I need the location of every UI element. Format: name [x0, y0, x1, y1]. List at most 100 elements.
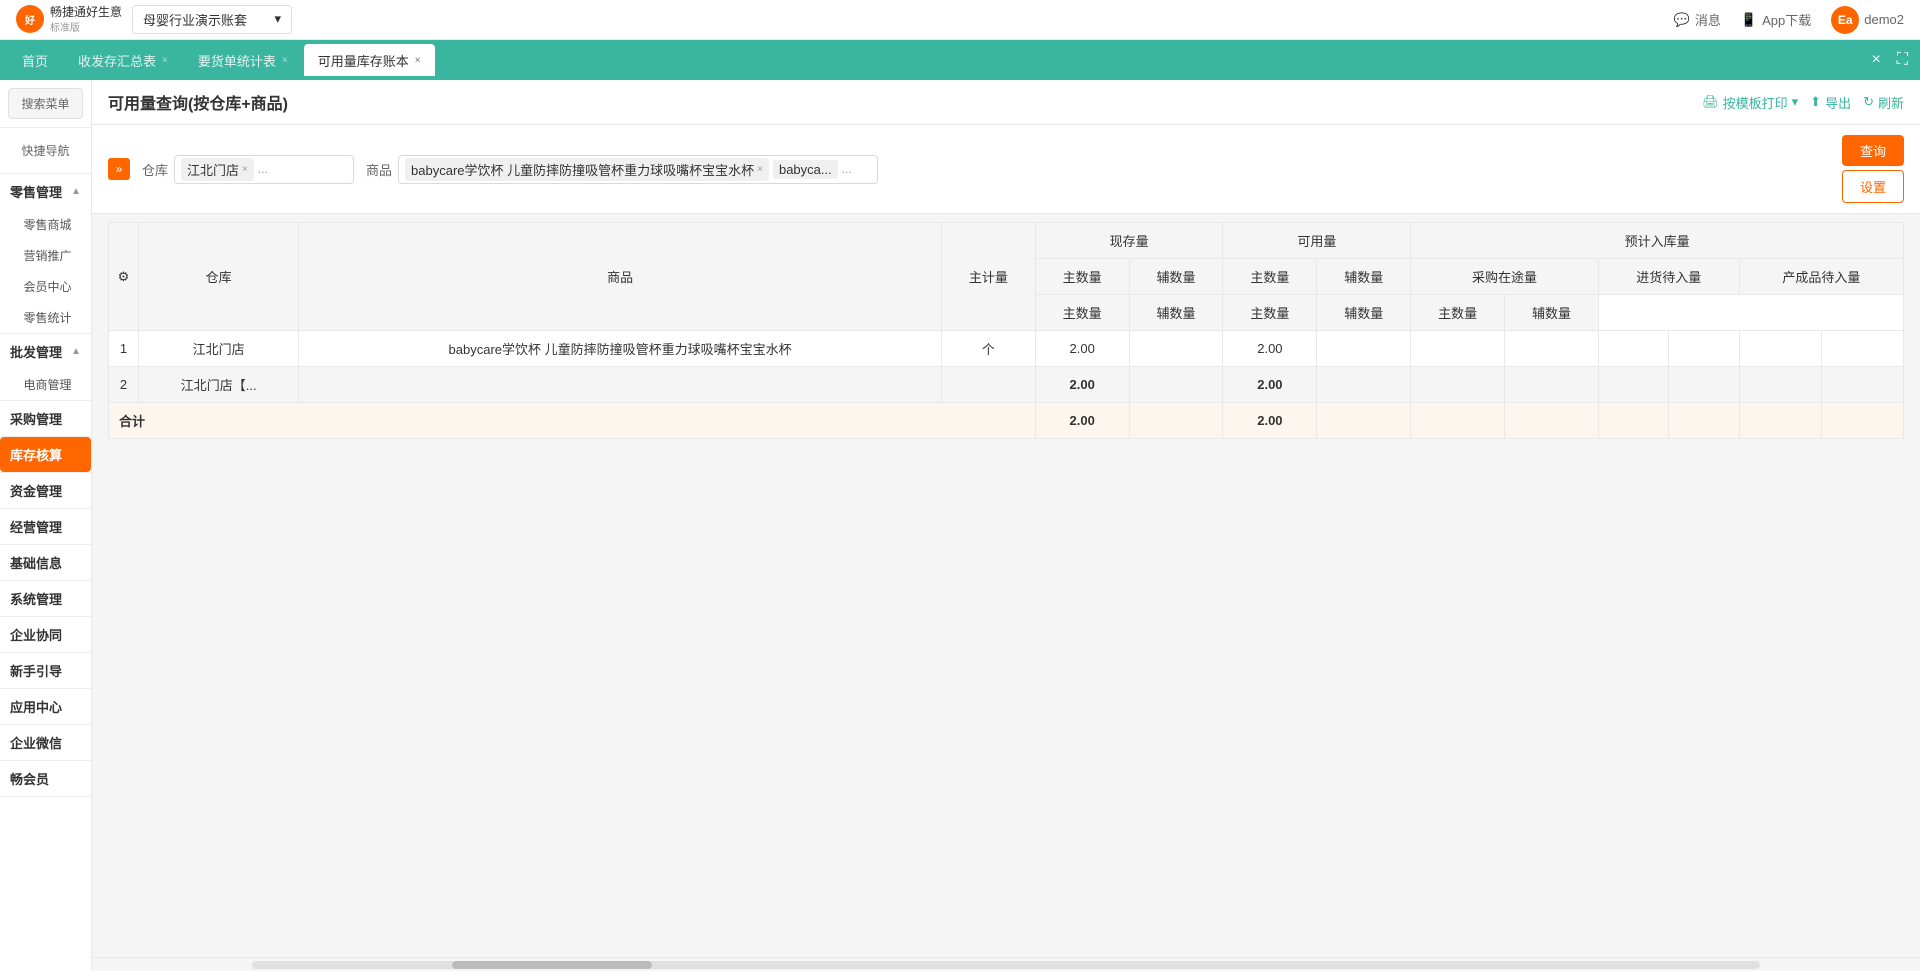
horizontal-scrollbar[interactable]: [252, 961, 1760, 969]
sidebar: 搜索菜单 快捷导航 零售管理 ▲ 零售商城 营销推广 会员中心 零售统计 批发管…: [0, 80, 92, 971]
warehouse-input[interactable]: 江北门店 × ...: [174, 155, 354, 184]
sidebar-item-marketing[interactable]: 营销推广: [0, 240, 91, 271]
tab-order-stats-label: 要货单统计表: [198, 51, 276, 70]
cell-product-1: babycare学饮杯 儿童防摔防撞吸管杯重力球吸嘴杯宝宝水杯: [299, 331, 942, 367]
product-filter-group: 商品 babycare学饮杯 儿童防摔防撞吸管杯重力球吸嘴杯宝宝水杯 × bab…: [366, 155, 878, 184]
sidebar-item-retail-stats[interactable]: 零售统计: [0, 302, 91, 333]
tab-receive-send-label: 收发存汇总表: [78, 51, 156, 70]
tab-order-stats-close[interactable]: ×: [282, 55, 288, 66]
tab-receive-send-close[interactable]: ×: [162, 55, 168, 66]
tab-bar-right: × ⛶: [1867, 47, 1912, 73]
summary-label-cell: 合计: [109, 403, 1036, 439]
warehouse-tag-close[interactable]: ×: [242, 164, 248, 175]
product-tag2: babyca...: [773, 160, 838, 179]
refresh-btn[interactable]: ↻ 刷新: [1863, 93, 1904, 112]
summary-pr-main: [1739, 403, 1821, 439]
th-unit: 主计量: [941, 223, 1035, 331]
sidebar-section-wholesale-header[interactable]: 批发管理 ▲: [0, 334, 91, 369]
warehouse-label: 仓库: [142, 160, 168, 179]
tab-order-stats[interactable]: 要货单统计表 ×: [184, 44, 302, 76]
print-label: 按模板打印: [1723, 93, 1788, 112]
sidebar-section-collab-header[interactable]: 企业协同: [0, 617, 91, 652]
cell-warehouse-2: 江北门店【...: [139, 367, 299, 403]
product-input[interactable]: babycare学饮杯 儿童防摔防撞吸管杯重力球吸嘴杯宝宝水杯 × babyca…: [398, 155, 878, 184]
refresh-label: 刷新: [1878, 93, 1904, 112]
cell-gi-aux-1: [1669, 331, 1739, 367]
industry-selector-label: 母婴行业演示账套: [143, 10, 247, 29]
th-gi-aux: 辅数量: [1317, 295, 1411, 331]
th-cs-main: 主数量: [1035, 259, 1129, 295]
sidebar-item-ecommerce[interactable]: 电商管理: [0, 369, 91, 400]
th-pr-main: 主数量: [1411, 295, 1505, 331]
cell-av-main-2: 2.00: [1223, 367, 1317, 403]
user-area[interactable]: Ea demo2: [1831, 6, 1904, 34]
warehouse-more[interactable]: ...: [258, 162, 268, 176]
app-download-btn[interactable]: 📱 App下载: [1741, 10, 1811, 29]
message-btn[interactable]: 💬 消息: [1674, 10, 1721, 29]
cell-cs-aux-1: [1129, 331, 1223, 367]
summary-row: 合计 2.00 2.00: [109, 403, 1904, 439]
print-btn[interactable]: 🖨 按模板打印 ▾: [1702, 93, 1798, 112]
cell-pi-aux-1: [1505, 331, 1599, 367]
app-download-label: App下载: [1762, 10, 1811, 29]
top-bar-right: 💬 消息 📱 App下载 Ea demo2: [1674, 6, 1904, 34]
print-arrow-icon: ▾: [1792, 94, 1799, 110]
sidebar-section-inventory-header[interactable]: 库存核算: [0, 437, 91, 472]
sidebar-item-quick-nav[interactable]: 快捷导航: [0, 134, 91, 167]
sidebar-section-operations-header[interactable]: 经营管理: [0, 509, 91, 544]
message-label: 消息: [1695, 10, 1721, 29]
tab-available-stock-label: 可用量库存账本: [318, 51, 409, 70]
sidebar-section-enterprise-wechat-header[interactable]: 企业微信: [0, 725, 91, 760]
purchase-label: 采购管理: [10, 409, 62, 428]
th-av-main: 主数量: [1223, 259, 1317, 295]
sidebar-section-app-center-header[interactable]: 应用中心: [0, 689, 91, 724]
sidebar-section-finance-header[interactable]: 资金管理: [0, 473, 91, 508]
sidebar-nav: 快捷导航: [0, 128, 91, 174]
tab-available-stock-close[interactable]: ×: [415, 55, 421, 66]
sidebar-section-guide-header[interactable]: 新手引导: [0, 653, 91, 688]
collab-label: 企业协同: [10, 625, 62, 644]
settings-btn[interactable]: 设置: [1842, 170, 1904, 203]
th-purchase-in: 采购在途量: [1411, 259, 1599, 295]
sidebar-section-retail-header[interactable]: 零售管理 ▲: [0, 174, 91, 209]
system-label: 系统管理: [10, 589, 62, 608]
product-tag1: babycare学饮杯 儿童防摔防撞吸管杯重力球吸嘴杯宝宝水杯 ×: [405, 158, 769, 181]
sidebar-section-app-center: 应用中心: [0, 689, 91, 725]
th-gear[interactable]: ⚙: [109, 223, 139, 331]
sidebar-section-basic-header[interactable]: 基础信息: [0, 545, 91, 580]
product-tag1-close[interactable]: ×: [757, 164, 763, 175]
cell-pr-aux-1: [1821, 331, 1903, 367]
sidebar-section-operations: 经营管理: [0, 509, 91, 545]
th-forecast-in: 预计入库量: [1411, 223, 1904, 259]
app-icon: 📱: [1741, 12, 1757, 28]
sidebar-item-member[interactable]: 会员中心: [0, 271, 91, 302]
summary-av-main: 2.00: [1223, 403, 1317, 439]
filter-actions: 查询 设置: [1842, 135, 1904, 203]
sidebar-section-changyuan-header[interactable]: 畅会员: [0, 761, 91, 796]
sidebar-item-retail-mall[interactable]: 零售商城: [0, 209, 91, 240]
sidebar-section-collab: 企业协同: [0, 617, 91, 653]
expand-filter-btn[interactable]: »: [108, 158, 130, 180]
industry-selector[interactable]: 母婴行业演示账套 ▾: [132, 5, 292, 34]
query-btn[interactable]: 查询: [1842, 135, 1904, 166]
scrollbar-thumb[interactable]: [452, 961, 652, 969]
avatar: Ea: [1831, 6, 1859, 34]
th-gi-main: 主数量: [1223, 295, 1317, 331]
product-more[interactable]: ...: [842, 162, 852, 176]
export-btn[interactable]: ⬆ 导出: [1810, 93, 1851, 112]
product-tag2-text: babyca...: [779, 162, 832, 177]
inventory-label: 库存核算: [10, 445, 62, 464]
tab-available-stock[interactable]: 可用量库存账本 ×: [304, 44, 435, 76]
summary-gi-aux: [1669, 403, 1739, 439]
search-menu-btn[interactable]: 搜索菜单: [8, 88, 83, 119]
th-product: 商品: [299, 223, 942, 331]
tab-home[interactable]: 首页: [8, 44, 62, 76]
sidebar-section-purchase-header[interactable]: 采购管理: [0, 401, 91, 436]
sidebar-section-system-header[interactable]: 系统管理: [0, 581, 91, 616]
page-header: 可用量查询(按仓库+商品) 🖨 按模板打印 ▾ ⬆ 导出 ↻ 刷新: [92, 80, 1920, 125]
summary-pi-main: [1411, 403, 1505, 439]
fullscreen-btn[interactable]: ⛶: [1893, 47, 1912, 73]
th-current-stock: 现存量: [1035, 223, 1223, 259]
tab-receive-send[interactable]: 收发存汇总表 ×: [64, 44, 182, 76]
close-all-tabs-btn[interactable]: ×: [1867, 47, 1884, 73]
